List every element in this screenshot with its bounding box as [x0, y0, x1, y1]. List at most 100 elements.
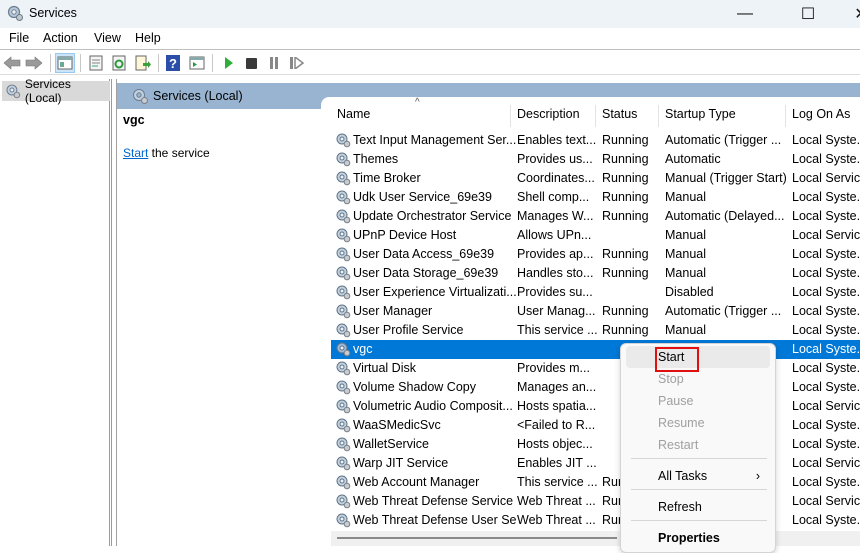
services-list: ^ Name Description Status Startup Type L… [321, 97, 860, 546]
service-name: WalletService [353, 437, 429, 451]
service-row[interactable]: Udk User Service_69e39 Shell comp... Runni… [331, 188, 860, 207]
action-pane-button[interactable] [187, 53, 207, 73]
service-description: Enables JIT ... [517, 456, 597, 470]
service-row[interactable]: WalletService Hosts objec... Local Syste..… [331, 435, 860, 454]
service-row[interactable]: Volumetric Audio Composit... Hosts spatia… [331, 397, 860, 416]
service-log-on-as: Local Service [792, 171, 860, 185]
minimize-button[interactable]: — [722, 0, 768, 28]
export-list-button[interactable] [133, 53, 153, 73]
service-name: vgc [353, 342, 373, 356]
service-status: Running [602, 133, 649, 147]
service-row[interactable]: vgc Local Syste... [331, 340, 860, 359]
service-startup-type: Manual [665, 228, 706, 242]
column-header-log-on-as[interactable]: Log On As [792, 107, 850, 129]
maximize-icon: ☐ [800, 6, 816, 23]
service-startup-type: Manual [665, 190, 706, 204]
close-button[interactable]: ✕ [838, 0, 860, 28]
stop-service-button[interactable] [241, 53, 261, 73]
service-name: Udk User Service_69e39 [353, 190, 492, 204]
context-menu-refresh[interactable]: Refresh [626, 496, 770, 518]
menu-view[interactable]: View [94, 31, 121, 45]
service-description: Enables text... [517, 133, 597, 147]
refresh-button[interactable] [109, 53, 129, 73]
service-log-on-as: Local Syste... [792, 513, 860, 527]
service-row[interactable]: Web Account Manager This service ... Run Lo… [331, 473, 860, 492]
service-row[interactable]: User Experience Virtualizati... Provides … [331, 283, 860, 302]
column-header-startup-type[interactable]: Startup Type [665, 107, 736, 129]
show-hide-console-tree-button[interactable] [55, 53, 75, 73]
service-row[interactable]: User Data Access_69e39 Provides ap... Runn… [331, 245, 860, 264]
service-row[interactable]: Web Threat Defense User Se... Web Threat … [331, 511, 860, 530]
toolbar-separator [212, 54, 213, 72]
tree-node-services-local[interactable]: Services (Local) [2, 77, 110, 105]
service-name: Themes [353, 152, 399, 166]
service-description: Handles sto... [517, 266, 594, 280]
context-menu-start[interactable]: Start [626, 346, 770, 372]
service-row[interactable]: Themes Provides us... Running Automatic Loca… [331, 150, 860, 169]
toolbar-separator [50, 54, 51, 72]
service-status: Running [602, 190, 649, 204]
resume-service-button[interactable] [287, 53, 307, 73]
column-divider[interactable] [658, 105, 659, 127]
service-row[interactable]: WaaSMedicSvc <Failed to R... Local Syste..… [331, 416, 860, 435]
menu-help[interactable]: Help [135, 31, 161, 45]
service-row[interactable]: Text Input Management Ser... Enables text… [331, 131, 860, 150]
action-pane-icon [189, 56, 205, 70]
stop-service-icon [245, 57, 257, 69]
column-divider[interactable] [785, 105, 786, 127]
service-log-on-as: Local Service [792, 494, 860, 508]
start-service-button[interactable] [219, 53, 239, 73]
context-menu-separator [631, 520, 767, 521]
service-row[interactable]: User Profile Service This service ... Runn… [331, 321, 860, 340]
service-row[interactable]: Warp JIT Service Enables JIT ... Local Ser… [331, 454, 860, 473]
menu-file[interactable]: File [9, 31, 29, 45]
back-button[interactable] [2, 53, 22, 73]
service-name: Web Threat Defense User Se... [353, 513, 517, 527]
service-gear-icon [335, 474, 351, 490]
service-name: Time Broker [353, 171, 421, 185]
service-startup-type: Automatic [665, 152, 721, 166]
context-menu-all-tasks[interactable]: All Tasks › [626, 465, 770, 487]
column-divider[interactable] [510, 105, 511, 127]
context-menu-resume: Resume [626, 412, 770, 434]
back-arrow-icon [3, 56, 21, 70]
service-log-on-as: Local Service [792, 228, 860, 242]
service-row[interactable]: Update Orchestrator Service Manages W... R… [331, 207, 860, 226]
help-button[interactable]: ? [163, 53, 183, 73]
column-divider[interactable] [595, 105, 596, 127]
scrollbar-thumb[interactable] [337, 537, 617, 539]
pause-service-button[interactable] [264, 53, 284, 73]
service-startup-type: Manual [665, 266, 706, 280]
service-gear-icon [335, 303, 351, 319]
service-row[interactable]: Web Threat Defense Service Web Threat ...… [331, 492, 860, 511]
service-name: Volume Shadow Copy [353, 380, 476, 394]
forward-button[interactable] [24, 53, 44, 73]
service-startup-type: Disabled [665, 285, 714, 299]
service-row[interactable]: User Data Storage_69e39 Handles sto... Run… [331, 264, 860, 283]
service-row[interactable]: Time Broker Coordinates... Running Manual (… [331, 169, 860, 188]
service-action-text: Start the service [123, 146, 210, 160]
service-row[interactable]: UPnP Device Host Allows UPn... Manual Local… [331, 226, 860, 245]
column-header-name[interactable]: Name [337, 107, 370, 129]
service-description: Provides us... [517, 152, 593, 166]
column-header-status[interactable]: Status [602, 107, 637, 129]
properties-button[interactable] [86, 53, 106, 73]
maximize-button[interactable]: ☐ [785, 0, 831, 28]
service-startup-type: Automatic (Delayed... [665, 209, 785, 223]
service-gear-icon [335, 170, 351, 186]
start-service-link[interactable]: Start [123, 146, 148, 160]
column-header-description[interactable]: Description [517, 107, 580, 129]
service-row[interactable]: Virtual Disk Provides m... Local Syste... [331, 359, 860, 378]
service-startup-type: Automatic (Trigger ... [665, 133, 782, 147]
service-gear-icon [335, 379, 351, 395]
service-name: User Data Access_69e39 [353, 247, 495, 261]
context-menu-pause: Pause [626, 390, 770, 412]
toolbar-separator [80, 54, 81, 72]
svg-text:?: ? [169, 56, 177, 71]
service-row[interactable]: Volume Shadow Copy Manages an... Local Sys… [331, 378, 860, 397]
horizontal-scrollbar[interactable] [331, 531, 860, 546]
service-status: Running [602, 323, 649, 337]
service-name: Text Input Management Ser... [353, 133, 517, 147]
menu-action[interactable]: Action [43, 31, 78, 45]
service-row[interactable]: User Manager User Manag... Running Automati… [331, 302, 860, 321]
